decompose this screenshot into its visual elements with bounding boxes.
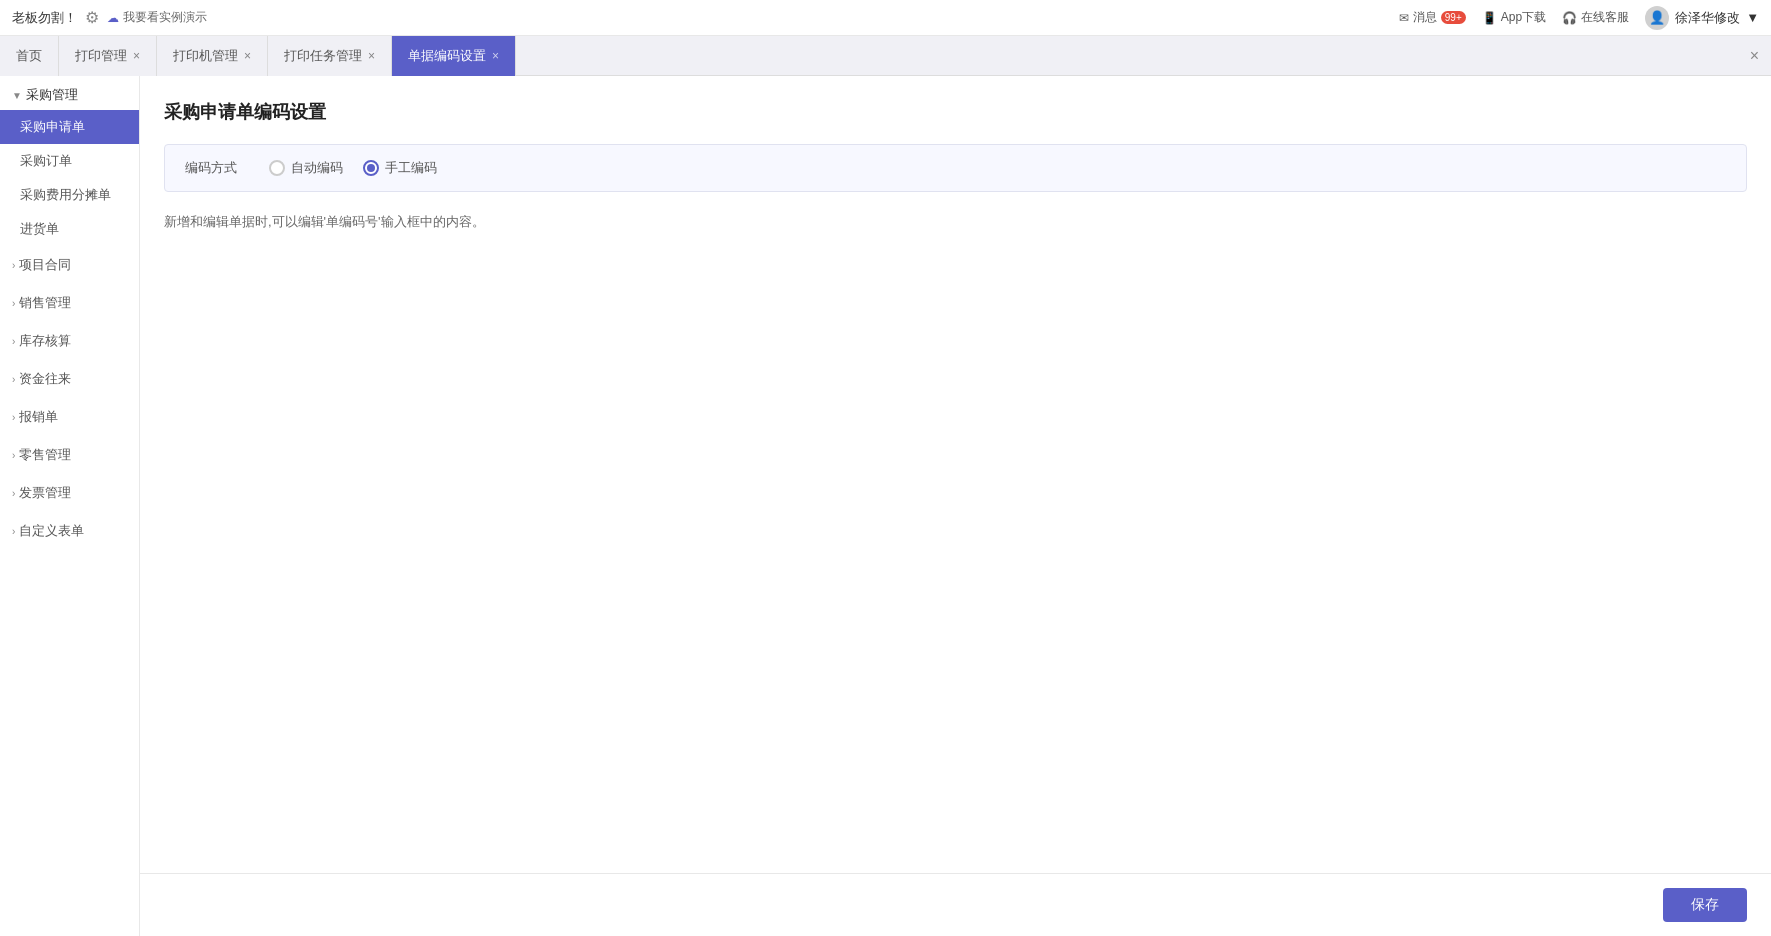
tab-printer-mgmt-label: 打印机管理 — [173, 47, 238, 65]
page-title: 采购申请单编码设置 — [164, 100, 1747, 124]
tab-print-task-mgmt-label: 打印任务管理 — [284, 47, 362, 65]
tab-print-task-mgmt[interactable]: 打印任务管理 × — [268, 36, 392, 76]
content-footer: 保存 — [140, 873, 1771, 936]
expand-arrow-expense-report: › — [12, 412, 15, 423]
sidebar-group-finance[interactable]: › 资金往来 — [0, 360, 139, 398]
app-download-action[interactable]: 📱 App下载 — [1482, 9, 1546, 26]
cloud-icon: ☁ — [107, 11, 119, 25]
app-download-label: App下载 — [1501, 9, 1546, 26]
user-info[interactable]: 👤 徐泽华修改 ▼ — [1645, 6, 1759, 30]
demo-link[interactable]: ☁ 我要看实例演示 — [107, 9, 207, 26]
demo-text: 我要看实例演示 — [123, 9, 207, 26]
radio-auto-encoding[interactable]: 自动编码 — [269, 159, 343, 177]
phone-icon: 📱 — [1482, 11, 1497, 25]
tab-printer-mgmt-close[interactable]: × — [244, 49, 251, 63]
expand-arrow-project: › — [12, 260, 15, 271]
top-bar-right: ✉ 消息 99+ 📱 App下载 🎧 在线客服 👤 徐泽华修改 ▼ — [1399, 6, 1759, 30]
description-text: 新增和编辑单据时,可以编辑'单编码号'输入框中的内容。 — [164, 212, 1747, 233]
top-bar: 老板勿割！ ⚙ ☁ 我要看实例演示 ✉ 消息 99+ 📱 App下载 🎧 在线客… — [0, 0, 1771, 36]
sidebar-group-invoice[interactable]: › 发票管理 — [0, 474, 139, 512]
sidebar-group-expense-report-label: 报销单 — [19, 408, 58, 426]
user-dropdown-icon: ▼ — [1746, 10, 1759, 25]
sidebar-group-sales[interactable]: › 销售管理 — [0, 284, 139, 322]
sidebar-item-purchase-order[interactable]: 采购订单 — [0, 144, 139, 178]
tabs-bar: 首页 打印管理 × 打印机管理 × 打印任务管理 × 单据编码设置 × × — [0, 36, 1771, 76]
user-name: 徐泽华修改 — [1675, 9, 1740, 27]
auto-encoding-label: 自动编码 — [291, 159, 343, 177]
sidebar-group-project-label: 项目合同 — [19, 256, 71, 274]
tab-print-task-mgmt-close[interactable]: × — [368, 49, 375, 63]
headset-icon: 🎧 — [1562, 11, 1577, 25]
save-button[interactable]: 保存 — [1663, 888, 1747, 922]
sidebar-group-purchase: ▼ 采购管理 采购申请单 采购订单 采购费用分摊单 进货单 — [0, 76, 139, 246]
sidebar-item-purchase-request[interactable]: 采购申请单 — [0, 110, 139, 144]
tab-single-barcode-close[interactable]: × — [492, 49, 499, 63]
collapse-arrow-purchase: ▼ — [12, 90, 22, 101]
radio-auto-circle — [269, 160, 285, 176]
message-label: 消息 — [1413, 9, 1437, 26]
expand-arrow-finance: › — [12, 374, 15, 385]
sidebar-group-retail-label: 零售管理 — [19, 446, 71, 464]
sidebar-group-inventory-label: 库存核算 — [19, 332, 71, 350]
sidebar-group-retail[interactable]: › 零售管理 — [0, 436, 139, 474]
tab-single-barcode-label: 单据编码设置 — [408, 47, 486, 65]
expand-arrow-invoice: › — [12, 488, 15, 499]
sidebar-item-purchase-expense[interactable]: 采购费用分摊单 — [0, 178, 139, 212]
tab-printer-mgmt[interactable]: 打印机管理 × — [157, 36, 268, 76]
tab-home[interactable]: 首页 — [0, 36, 59, 76]
message-badge: 99+ — [1441, 11, 1466, 24]
expand-arrow-inventory: › — [12, 336, 15, 347]
tab-print-mgmt-close[interactable]: × — [133, 49, 140, 63]
radio-manual-encoding[interactable]: 手工编码 — [363, 159, 437, 177]
expand-arrow-custom-form: › — [12, 526, 15, 537]
message-icon: ✉ — [1399, 11, 1409, 25]
customer-service-action[interactable]: 🎧 在线客服 — [1562, 9, 1629, 26]
close-panel-button[interactable]: × — [1738, 47, 1771, 65]
sidebar-group-purchase-label: 采购管理 — [26, 86, 78, 104]
expand-arrow-sales: › — [12, 298, 15, 309]
brand-name: 老板勿割！ — [12, 9, 77, 27]
customer-service-label: 在线客服 — [1581, 9, 1629, 26]
sidebar-group-custom-form[interactable]: › 自定义表单 — [0, 512, 139, 550]
expand-arrow-retail: › — [12, 450, 15, 461]
sidebar-group-expense-report[interactable]: › 报销单 — [0, 398, 139, 436]
sidebar-group-finance-label: 资金往来 — [19, 370, 71, 388]
tab-print-mgmt[interactable]: 打印管理 × — [59, 36, 157, 76]
sidebar-group-project[interactable]: › 项目合同 — [0, 246, 139, 284]
main-layout: ▼ 采购管理 采购申请单 采购订单 采购费用分摊单 进货单 › 项目合同 › 销… — [0, 76, 1771, 936]
sidebar-group-custom-form-label: 自定义表单 — [19, 522, 84, 540]
manual-encoding-label: 手工编码 — [385, 159, 437, 177]
tab-single-barcode[interactable]: 单据编码设置 × — [392, 36, 516, 76]
content-area: 采购申请单编码设置 编码方式 自动编码 手工编码 新增和编辑单据时,可以编辑'单… — [140, 76, 1771, 936]
encoding-label: 编码方式 — [185, 159, 237, 177]
sidebar: ▼ 采购管理 采购申请单 采购订单 采购费用分摊单 进货单 › 项目合同 › 销… — [0, 76, 140, 936]
settings-icon[interactable]: ⚙ — [85, 8, 99, 27]
content-inner: 采购申请单编码设置 编码方式 自动编码 手工编码 新增和编辑单据时,可以编辑'单… — [140, 76, 1771, 873]
avatar: 👤 — [1645, 6, 1669, 30]
radio-group: 自动编码 手工编码 — [269, 159, 437, 177]
sidebar-item-goods-receipt[interactable]: 进货单 — [0, 212, 139, 246]
radio-manual-circle — [363, 160, 379, 176]
sidebar-group-inventory[interactable]: › 库存核算 — [0, 322, 139, 360]
sidebar-group-purchase-header[interactable]: ▼ 采购管理 — [0, 76, 139, 110]
tab-home-label: 首页 — [16, 47, 42, 65]
encoding-section: 编码方式 自动编码 手工编码 — [164, 144, 1747, 192]
message-action[interactable]: ✉ 消息 99+ — [1399, 9, 1466, 26]
tab-print-mgmt-label: 打印管理 — [75, 47, 127, 65]
sidebar-group-sales-label: 销售管理 — [19, 294, 71, 312]
top-bar-left: 老板勿割！ ⚙ ☁ 我要看实例演示 — [12, 8, 207, 27]
sidebar-group-invoice-label: 发票管理 — [19, 484, 71, 502]
